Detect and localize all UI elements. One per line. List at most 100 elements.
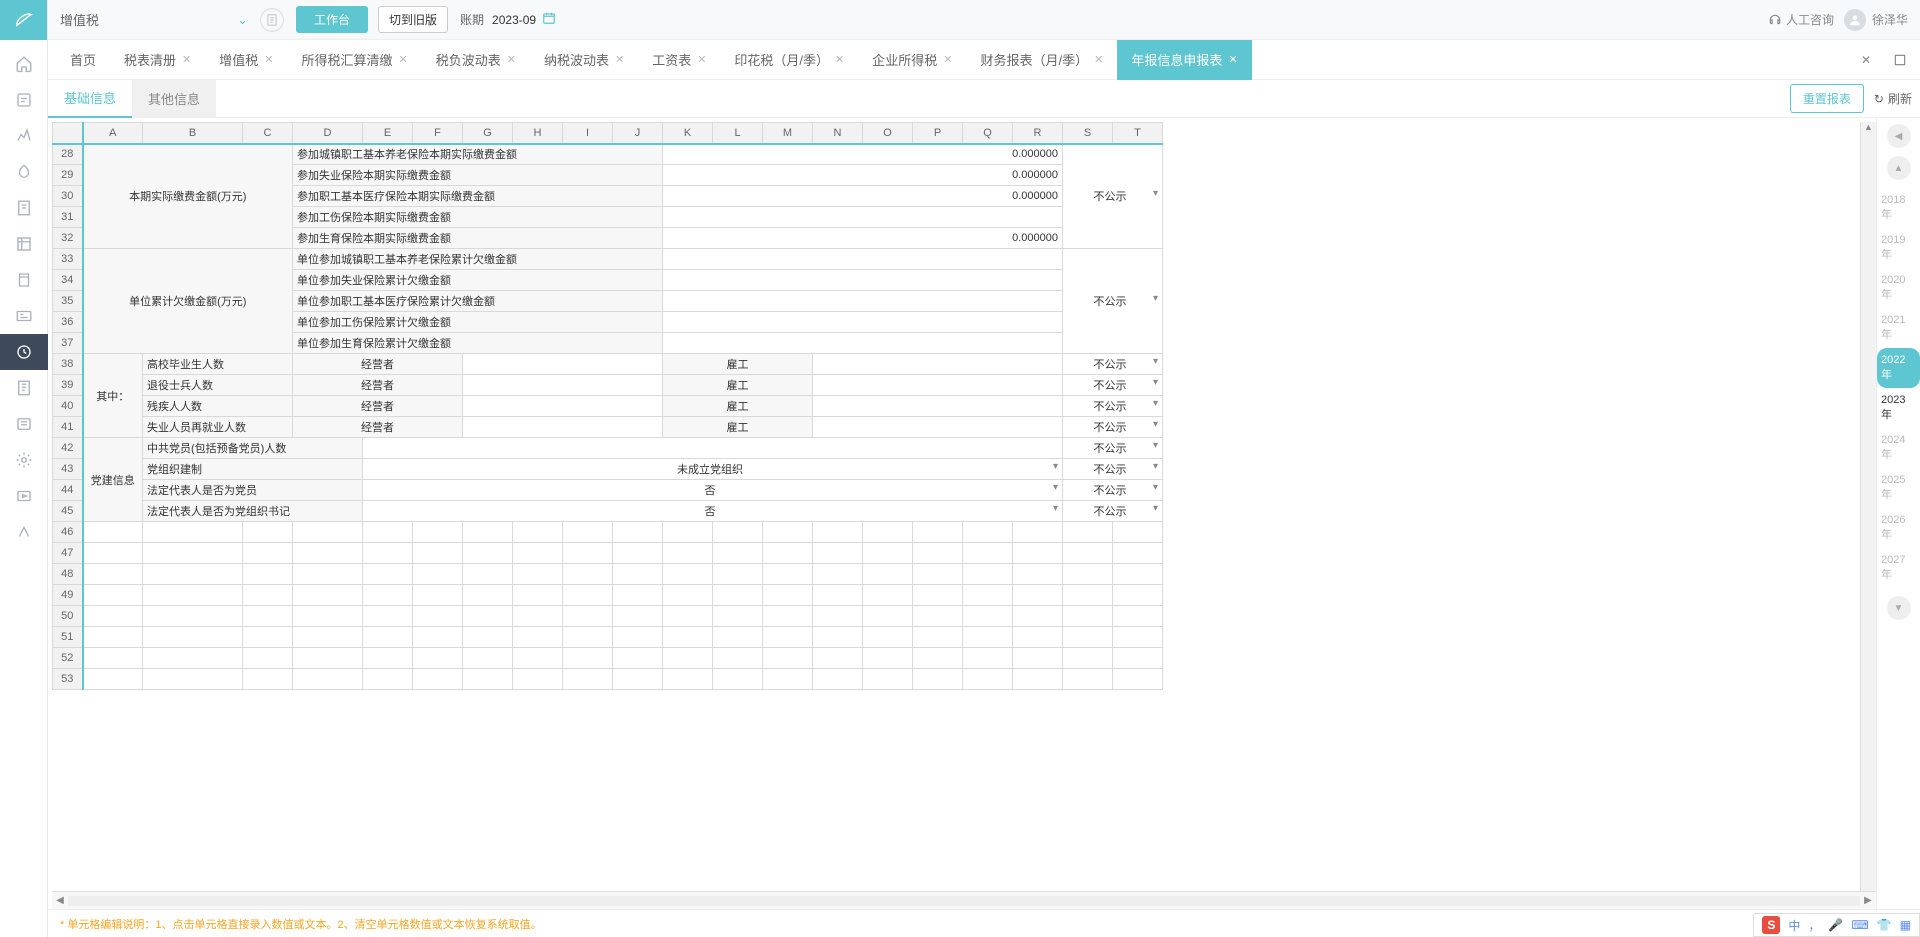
year-2023年[interactable]: 2023年 <box>1877 388 1920 428</box>
col-D[interactable]: D <box>293 123 363 144</box>
expand-icon[interactable] <box>1888 48 1912 72</box>
g1-val-28[interactable]: 0.000000 <box>663 144 1063 165</box>
tab-close-icon[interactable]: ✕ <box>615 53 624 66</box>
tab-2[interactable]: 增值税✕ <box>205 40 287 80</box>
sidebar-icon-5[interactable] <box>0 226 48 262</box>
tab-3[interactable]: 所得税汇算清缴✕ <box>287 40 421 80</box>
tab-close-icon[interactable]: ✕ <box>697 53 706 66</box>
tab-6[interactable]: 工资表✕ <box>638 40 720 80</box>
col-A[interactable]: A <box>83 123 143 144</box>
g2-val-34[interactable] <box>663 270 1063 291</box>
support-link[interactable]: 人工咨询 <box>1768 11 1834 28</box>
sidebar-icon-1[interactable] <box>0 82 48 118</box>
year-2026年[interactable]: 2026年 <box>1877 508 1920 548</box>
year-2021年[interactable]: 2021年 <box>1877 308 1920 348</box>
row-35[interactable]: 35 <box>53 291 83 312</box>
subtab-other[interactable]: 其他信息 <box>132 80 216 118</box>
col-H[interactable]: H <box>513 123 563 144</box>
g1-val-32[interactable]: 0.000000 <box>663 228 1063 249</box>
tab-close-icon[interactable]: ✕ <box>1228 53 1237 66</box>
sidebar-icon-6[interactable] <box>0 262 48 298</box>
g1-val-29[interactable]: 0.000000 <box>663 165 1063 186</box>
sidebar-icon-13[interactable] <box>0 514 48 550</box>
row-49[interactable]: 49 <box>53 585 83 606</box>
sidebar-icon-11[interactable] <box>0 442 48 478</box>
col-P[interactable]: P <box>913 123 963 144</box>
ime-keyboard-icon[interactable]: ⌨ <box>1851 918 1868 932</box>
ime-grid-icon[interactable]: ▦ <box>1900 918 1911 932</box>
g4-pub-44[interactable]: 不公示 <box>1063 480 1163 501</box>
switch-old-button[interactable]: 切到旧版 <box>378 6 448 33</box>
horizontal-scrollbar[interactable]: ◀ ▶ <box>52 891 1876 909</box>
year-2025年[interactable]: 2025年 <box>1877 468 1920 508</box>
year-2018年[interactable]: 2018年 <box>1877 188 1920 228</box>
g4-pub-43[interactable]: 不公示 <box>1063 459 1163 480</box>
scroll-left-icon[interactable]: ◀ <box>52 895 68 906</box>
g4-val-45[interactable]: 否 <box>363 501 1063 522</box>
year-2027年[interactable]: 2027年 <box>1877 548 1920 588</box>
col-C[interactable]: C <box>243 123 293 144</box>
g3-pub-41[interactable]: 不公示 <box>1063 417 1163 438</box>
row-30[interactable]: 30 <box>53 186 83 207</box>
row-43[interactable]: 43 <box>53 459 83 480</box>
row-40[interactable]: 40 <box>53 396 83 417</box>
reset-button[interactable]: 重置报表 <box>1790 84 1864 113</box>
g3-pub-39[interactable]: 不公示 <box>1063 375 1163 396</box>
tab-0[interactable]: 首页 <box>56 40 110 80</box>
sidebar-icon-2[interactable] <box>0 118 48 154</box>
tab-7[interactable]: 印花税（月/季）✕ <box>720 40 858 80</box>
tab-1[interactable]: 税表清册✕ <box>110 40 205 80</box>
row-32[interactable]: 32 <box>53 228 83 249</box>
tab-10[interactable]: 年报信息申报表✕ <box>1117 40 1251 80</box>
col-S[interactable]: S <box>1063 123 1113 144</box>
g3-pub-40[interactable]: 不公示 <box>1063 396 1163 417</box>
col-R[interactable]: R <box>1013 123 1063 144</box>
g1-val-30[interactable]: 0.000000 <box>663 186 1063 207</box>
tab-close-icon[interactable]: ✕ <box>399 53 408 66</box>
row-47[interactable]: 47 <box>53 543 83 564</box>
col-M[interactable]: M <box>763 123 813 144</box>
g1-pub[interactable]: 不公示 <box>1063 144 1163 249</box>
row-37[interactable]: 37 <box>53 333 83 354</box>
g4-pub-45[interactable]: 不公示 <box>1063 501 1163 522</box>
g2-val-33[interactable] <box>663 249 1063 270</box>
tax-type-dropdown[interactable]: 增值税 ⌄ <box>60 10 260 29</box>
col-I[interactable]: I <box>563 123 613 144</box>
sidebar-icon-12[interactable] <box>0 478 48 514</box>
sidebar-icon-9[interactable] <box>0 370 48 406</box>
row-48[interactable]: 48 <box>53 564 83 585</box>
row-44[interactable]: 44 <box>53 480 83 501</box>
row-41[interactable]: 41 <box>53 417 83 438</box>
row-53[interactable]: 53 <box>53 669 83 690</box>
year-up-button[interactable]: ▲ <box>1887 156 1911 180</box>
col-K[interactable]: K <box>663 123 713 144</box>
g1-val-31[interactable] <box>663 207 1063 228</box>
row-42[interactable]: 42 <box>53 438 83 459</box>
row-46[interactable]: 46 <box>53 522 83 543</box>
tab-9[interactable]: 财务报表（月/季）✕ <box>967 40 1118 80</box>
tab-close-icon[interactable]: ✕ <box>943 53 952 66</box>
subtab-basic[interactable]: 基础信息 <box>48 80 132 118</box>
g4-val-44[interactable]: 否 <box>363 480 1063 501</box>
year-prev-button[interactable]: ◀ <box>1887 124 1911 148</box>
row-52[interactable]: 52 <box>53 648 83 669</box>
sidebar-icon-10[interactable] <box>0 406 48 442</box>
col-E[interactable]: E <box>363 123 413 144</box>
g2-val-35[interactable] <box>663 291 1063 312</box>
sidebar-icon-4[interactable] <box>0 190 48 226</box>
spreadsheet[interactable]: ABCDEFGHIJKLMNOPQRST28本期实际缴费金额(万元)参加城镇职工… <box>52 122 1876 891</box>
g3-pub-38[interactable]: 不公示 <box>1063 354 1163 375</box>
row-38[interactable]: 38 <box>53 354 83 375</box>
col-T[interactable]: T <box>1113 123 1163 144</box>
ime-punct[interactable]: ， <box>1808 917 1820 934</box>
calendar-icon[interactable] <box>542 11 556 28</box>
ime-lang[interactable]: 中 <box>1788 917 1800 934</box>
row-31[interactable]: 31 <box>53 207 83 228</box>
tab-4[interactable]: 税负波动表✕ <box>422 40 530 80</box>
year-2019年[interactable]: 2019年 <box>1877 228 1920 268</box>
row-33[interactable]: 33 <box>53 249 83 270</box>
year-2024年[interactable]: 2024年 <box>1877 428 1920 468</box>
row-29[interactable]: 29 <box>53 165 83 186</box>
row-36[interactable]: 36 <box>53 312 83 333</box>
tab-close-icon[interactable]: ✕ <box>507 53 516 66</box>
